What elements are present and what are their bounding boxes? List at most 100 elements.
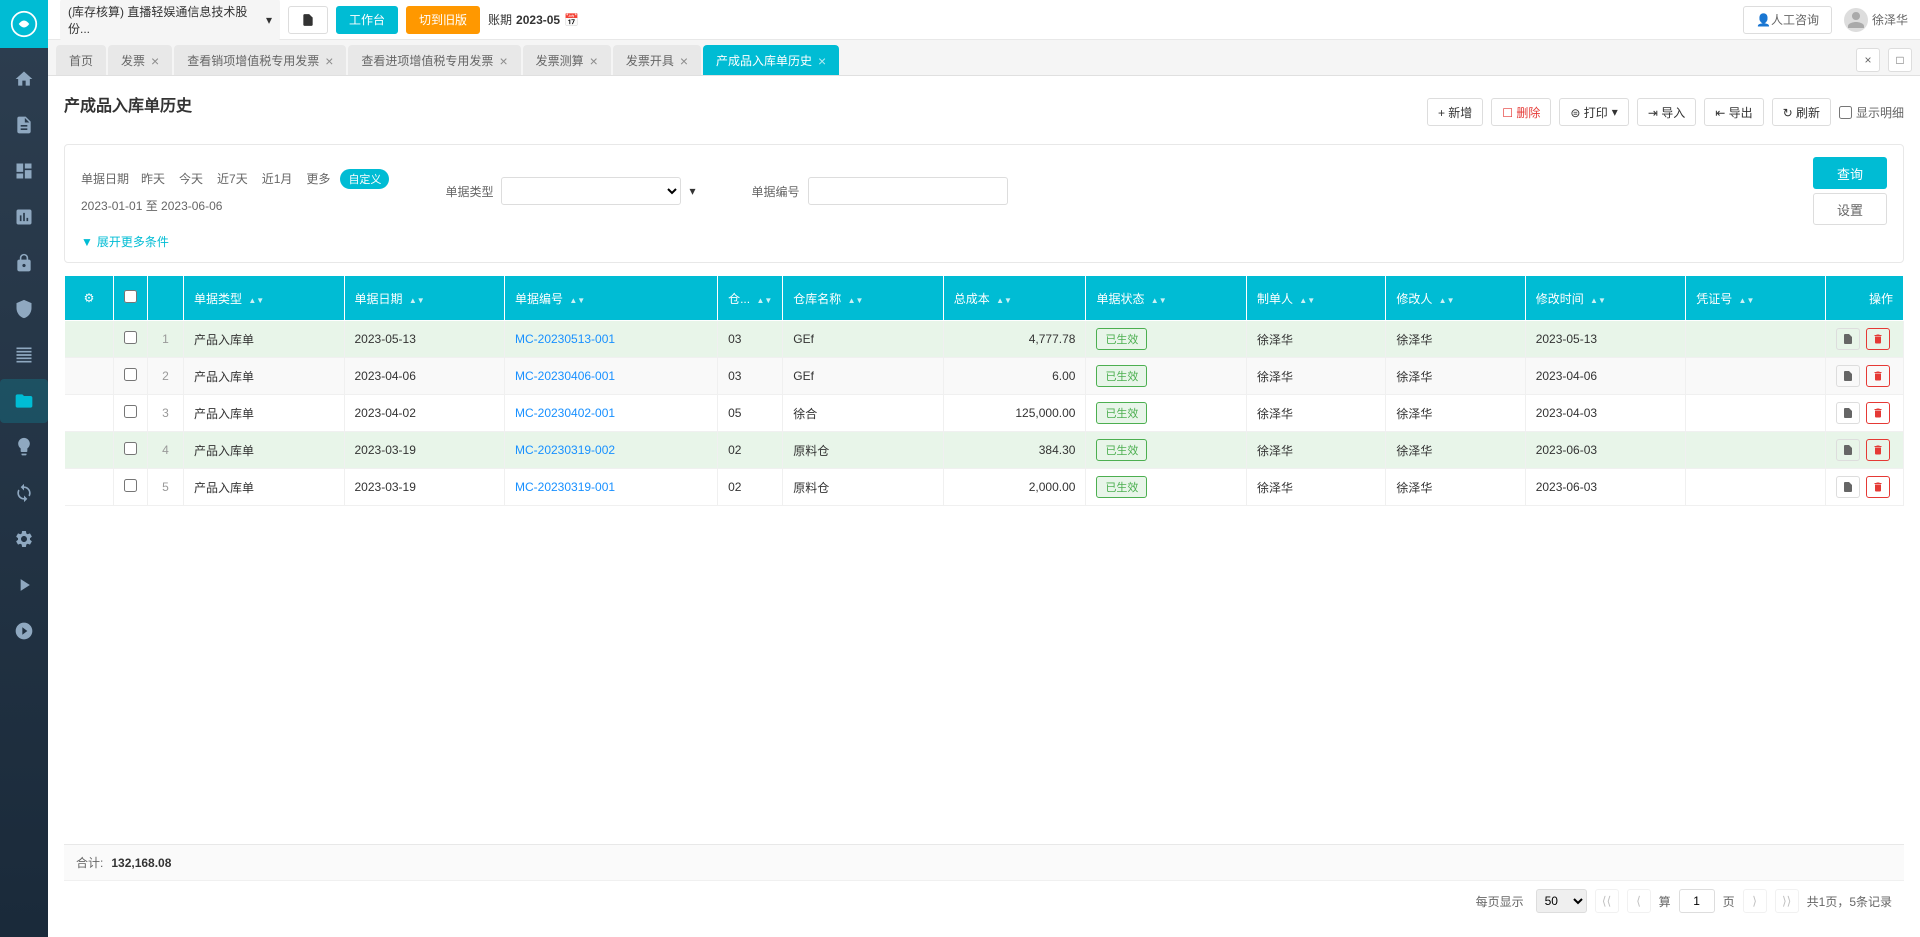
col-creator[interactable]: 制单人 ▲▼ [1246, 276, 1385, 321]
sidebar-item-chart[interactable] [0, 149, 48, 193]
tab-close-product-history[interactable]: × [818, 54, 826, 68]
col-status[interactable]: 单据状态 ▲▼ [1086, 276, 1247, 321]
table-settings-btn[interactable]: ⚙ [75, 284, 103, 312]
col-type[interactable]: 单据类型 ▲▼ [184, 276, 345, 321]
query-button[interactable]: 查询 [1813, 157, 1887, 189]
sidebar-item-play[interactable] [0, 563, 48, 607]
sidebar-item-refresh[interactable] [0, 471, 48, 515]
sidebar-item-warehouse[interactable] [0, 379, 48, 423]
col-modifier[interactable]: 修改人 ▲▼ [1386, 276, 1525, 321]
date-more[interactable]: 更多 [302, 168, 334, 189]
view-button-0[interactable] [1836, 328, 1860, 350]
tab-invoice-open[interactable]: 发票开具 × [613, 45, 701, 75]
maximize-button[interactable]: □ [1888, 48, 1912, 72]
view-button-2[interactable] [1836, 402, 1860, 424]
col-total-cost[interactable]: 总成本 ▲▼ [943, 276, 1086, 321]
row-checkbox-0[interactable] [124, 331, 137, 344]
col-date[interactable]: 单据日期 ▲▼ [344, 276, 505, 321]
row-checkbox-3[interactable] [124, 442, 137, 455]
date-yesterday[interactable]: 昨天 [137, 168, 169, 189]
date-1month[interactable]: 近1月 [258, 168, 297, 189]
view-button-3[interactable] [1836, 439, 1860, 461]
sidebar-item-home[interactable] [0, 57, 48, 101]
view-button-1[interactable] [1836, 365, 1860, 387]
sidebar-item-lock[interactable] [0, 241, 48, 285]
page-number-input[interactable] [1679, 889, 1715, 913]
doc-btn[interactable] [288, 6, 328, 34]
tab-home[interactable]: 首页 [56, 45, 106, 75]
cell-creator: 徐泽华 [1246, 321, 1385, 358]
sidebar-item-stamp[interactable] [0, 425, 48, 469]
row-checkbox-4[interactable] [124, 479, 137, 492]
reset-button[interactable]: 设置 [1813, 193, 1887, 225]
date-today[interactable]: 今天 [175, 168, 207, 189]
switch-old-button[interactable]: 切到旧版 [406, 6, 480, 34]
workspace-button[interactable]: 工作台 [336, 6, 398, 34]
sidebar-item-v[interactable] [0, 609, 48, 653]
user-menu[interactable]: 徐泽华 [1844, 8, 1908, 32]
view-button-4[interactable] [1836, 476, 1860, 498]
type-filter-select[interactable] [501, 177, 681, 205]
display-toggle[interactable]: 显示明细 [1839, 104, 1904, 121]
last-page-button[interactable]: ⟩⟩ [1775, 889, 1799, 913]
sidebar-item-analytics[interactable] [0, 195, 48, 239]
delete-button-4[interactable] [1866, 476, 1890, 498]
doc-number-link[interactable]: MC-20230402-001 [515, 406, 615, 420]
doc-number-link[interactable]: MC-20230513-001 [515, 332, 615, 346]
company-selector[interactable]: (库存核算) 直播轻娱通信息技术股份... ▾ [60, 0, 280, 41]
cell-creator: 徐泽华 [1246, 469, 1385, 506]
sidebar-item-settings2[interactable] [0, 287, 48, 331]
help-button[interactable]: 👤 人工咨询 [1743, 6, 1832, 34]
delete-button-0[interactable] [1866, 328, 1890, 350]
delete-button[interactable]: ☐ 删除 [1491, 98, 1551, 126]
sidebar-item-doc[interactable] [0, 103, 48, 147]
row-num: 1 [148, 321, 184, 358]
col-voucher[interactable]: 凭证号 ▲▼ [1686, 276, 1825, 321]
row-checkbox-1[interactable] [124, 368, 137, 381]
sidebar-item-table[interactable] [0, 333, 48, 377]
date-custom-tag[interactable]: 自定义 [340, 169, 389, 189]
import-button[interactable]: ⇥ 导入 [1637, 98, 1696, 126]
first-page-button[interactable]: ⟨⟨ [1595, 889, 1619, 913]
tab-check-sales[interactable]: 查看销项增值税专用发票 × [174, 45, 346, 75]
doc-number-link[interactable]: MC-20230406-001 [515, 369, 615, 383]
col-number[interactable]: 单据编号 ▲▼ [505, 276, 718, 321]
print-button[interactable]: ⊜ 打印 ▾ [1559, 98, 1628, 126]
refresh-button[interactable]: ↻ 刷新 [1772, 98, 1831, 126]
export-button[interactable]: ⇤ 导出 [1704, 98, 1763, 126]
new-button[interactable]: + 新增 [1427, 98, 1483, 126]
row-num: 5 [148, 469, 184, 506]
row-checkbox-2[interactable] [124, 405, 137, 418]
doc-number-link[interactable]: MC-20230319-001 [515, 480, 615, 494]
tab-invoice[interactable]: 发票 × [108, 45, 172, 75]
col-warehouse-code[interactable]: 仓... ▲▼ [718, 276, 783, 321]
delete-button-3[interactable] [1866, 439, 1890, 461]
expand-filter-button[interactable]: ▼ 展开更多条件 [81, 233, 1887, 250]
next-page-button[interactable]: ⟩ [1743, 889, 1767, 913]
period-calendar-icon[interactable]: 📅 [564, 13, 579, 27]
tab-close-check-sales[interactable]: × [325, 54, 333, 68]
col-modify-time[interactable]: 修改时间 ▲▼ [1525, 276, 1686, 321]
tab-close-invoice-calc[interactable]: × [590, 54, 598, 68]
display-toggle-checkbox[interactable] [1839, 106, 1852, 119]
col-warehouse-name[interactable]: 仓库名称 ▲▼ [783, 276, 944, 321]
sidebar-item-gear[interactable] [0, 517, 48, 561]
date-7days[interactable]: 近7天 [213, 168, 252, 189]
tab-close-invoice[interactable]: × [151, 54, 159, 68]
tab-close-invoice-open[interactable]: × [680, 54, 688, 68]
delete-button-1[interactable] [1866, 365, 1890, 387]
doc-number-link[interactable]: MC-20230319-002 [515, 443, 615, 457]
prev-page-button[interactable]: ⟨ [1627, 889, 1651, 913]
tab-check-purchase[interactable]: 查看进项增值税专用发票 × [348, 45, 520, 75]
close-all-tabs-button[interactable]: × [1856, 48, 1880, 72]
delete-button-2[interactable] [1866, 402, 1890, 424]
number-filter-input[interactable] [808, 177, 1008, 205]
cell-number: MC-20230406-001 [505, 358, 718, 395]
row-num: 2 [148, 358, 184, 395]
cell-actions [1825, 469, 1903, 506]
tab-product-history[interactable]: 产成品入库单历史 × [703, 45, 839, 75]
select-all-checkbox[interactable] [124, 290, 137, 303]
tab-invoice-calc[interactable]: 发票测算 × [523, 45, 611, 75]
page-size-select[interactable]: 50 20 100 [1536, 889, 1587, 913]
tab-close-check-purchase[interactable]: × [499, 54, 507, 68]
